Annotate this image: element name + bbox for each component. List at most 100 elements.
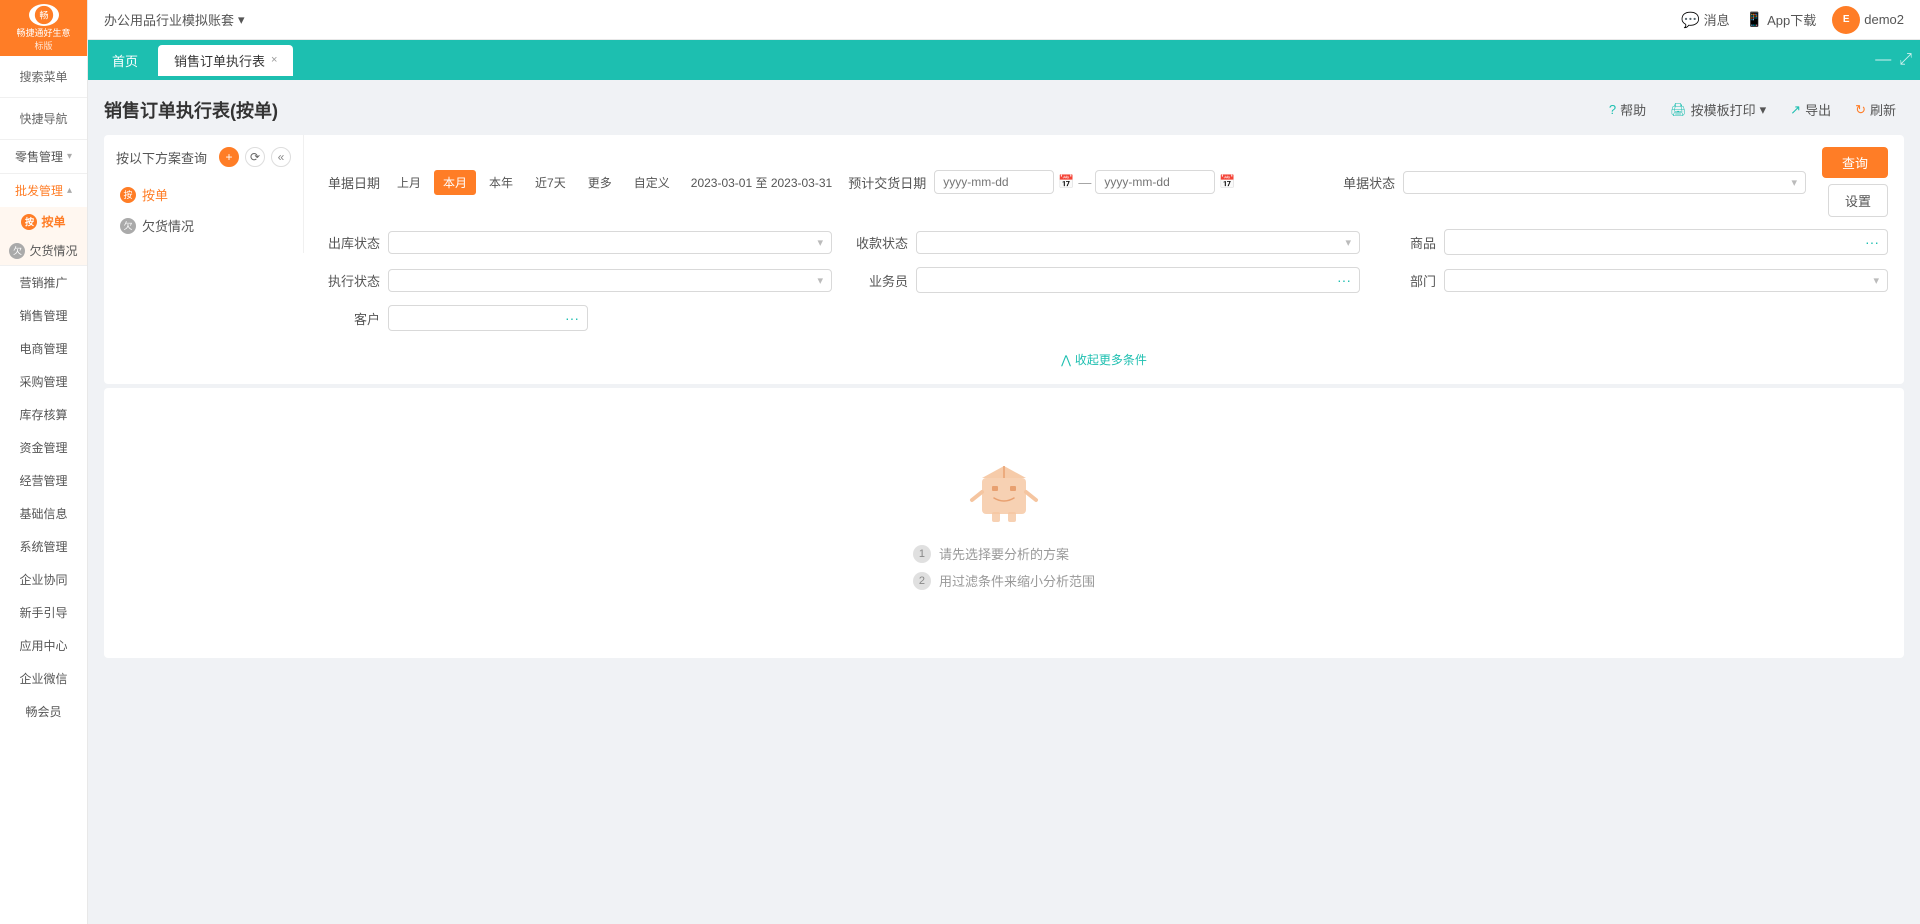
- sidebar-subitem-debt[interactable]: 欠 欠货情况: [0, 236, 87, 265]
- export-label: 导出: [1805, 100, 1831, 119]
- date-field: 单据日期 上月 本月 本年 近7天 更多 自定义: [320, 170, 832, 195]
- sidebar-retail-section: 零售管理 ▾: [0, 140, 87, 174]
- sidebar-item-wholesale[interactable]: 批发管理 ▴: [0, 174, 87, 207]
- tab-close-icon[interactable]: ×: [271, 54, 277, 66]
- salesperson-ellipsis-icon[interactable]: ···: [1337, 272, 1351, 288]
- sidebar-item-marketing[interactable]: 营销推广: [0, 266, 87, 299]
- calendar-end-icon[interactable]: 📅: [1219, 174, 1235, 190]
- expected-date-end-input[interactable]: [1095, 170, 1215, 194]
- tab-sales-order[interactable]: 销售订单执行表 ×: [158, 45, 293, 76]
- filter-row-2: 出库状态 ▾ 收款状态 ▾: [320, 229, 1888, 255]
- sidebar-item-enterprise-label: 企业协同: [19, 571, 67, 588]
- customer-input-wrapper: ···: [388, 305, 588, 331]
- tab-home[interactable]: 首页: [96, 45, 154, 76]
- breadcrumb-dropdown[interactable]: 办公用品行业模拟账套 ▾: [104, 10, 245, 29]
- customer-field: 客户 ···: [320, 305, 588, 331]
- doc-status-label: 单据状态: [1335, 173, 1395, 192]
- scheme-order-icon: 按: [120, 187, 136, 203]
- doc-status-select-wrapper: ▾: [1403, 171, 1806, 194]
- page: 销售订单执行表(按单) ? 帮助 🖨 按模板打印 ▾ ↗ 导出: [88, 80, 1920, 674]
- sidebar-item-wechat[interactable]: 企业微信: [0, 662, 87, 695]
- app-download-button[interactable]: 📱 App下载: [1746, 10, 1817, 29]
- product-label: 商品: [1376, 233, 1436, 252]
- filter-fields: 单据日期 上月 本月 本年 近7天 更多 自定义: [304, 135, 1904, 384]
- search-button[interactable]: 查询: [1822, 147, 1888, 178]
- help-button[interactable]: ? 帮助: [1601, 96, 1654, 123]
- warehouse-chevron-icon: ▾: [817, 236, 823, 249]
- reset-button[interactable]: 设置: [1828, 184, 1888, 217]
- refresh-icon: ↻: [1855, 102, 1866, 118]
- sidebar-item-appstore[interactable]: 应用中心: [0, 629, 87, 662]
- department-select[interactable]: ▾: [1444, 269, 1888, 292]
- sidebar-item-finance[interactable]: 资金管理: [0, 431, 87, 464]
- sidebar-subitem-order-label: 按单: [41, 213, 65, 230]
- message-button[interactable]: 💬 消息: [1681, 10, 1730, 29]
- sidebar-subitem-order[interactable]: 按 按单: [0, 207, 87, 236]
- filter-scheme-label: 按以下方案查询: [116, 148, 207, 167]
- sidebar-item-system[interactable]: 系统管理: [0, 530, 87, 563]
- collapse-button[interactable]: ⋀ 收起更多条件: [1061, 351, 1147, 368]
- sidebar-item-purchase[interactable]: 采购管理: [0, 365, 87, 398]
- tab-minimize-icon[interactable]: —: [1875, 51, 1891, 69]
- page-actions: ? 帮助 🖨 按模板打印 ▾ ↗ 导出 ↻ 刷新: [1601, 96, 1904, 123]
- add-scheme-button[interactable]: +: [219, 147, 239, 167]
- app-download-icon: 📱: [1746, 11, 1763, 28]
- user-menu[interactable]: E demo2: [1832, 6, 1904, 34]
- sidebar-item-finance-label: 资金管理: [19, 439, 67, 456]
- sidebar-item-newbie[interactable]: 新手引导: [0, 596, 87, 629]
- refresh-button[interactable]: ↻ 刷新: [1847, 96, 1904, 123]
- logo-text: 畅捷通好生意: [16, 28, 70, 39]
- refresh-scheme-button[interactable]: ⟳: [245, 147, 265, 167]
- product-field: 商品 ···: [1376, 229, 1888, 255]
- collapse-scheme-button[interactable]: «: [271, 147, 291, 167]
- collapse-up-icon: ⋀: [1061, 353, 1071, 367]
- department-field: 部门 ▾: [1376, 269, 1888, 292]
- sidebar-item-ecommerce[interactable]: 电商管理: [0, 332, 87, 365]
- doc-status-select[interactable]: ▾: [1403, 171, 1806, 194]
- date-btn-this-month[interactable]: 本月: [434, 170, 476, 195]
- print-button[interactable]: 🖨 按模板打印 ▾: [1662, 96, 1774, 123]
- exec-status-label: 执行状态: [320, 271, 380, 290]
- date-btn-7days[interactable]: 近7天: [526, 170, 575, 195]
- product-ellipsis-icon[interactable]: ···: [1865, 234, 1879, 250]
- sidebar-search-section: 搜索菜单: [0, 56, 87, 98]
- sidebar-item-inventory[interactable]: 库存核算: [0, 398, 87, 431]
- topbar-left: 办公用品行业模拟账套 ▾: [104, 10, 245, 29]
- refresh-label: 刷新: [1870, 100, 1896, 119]
- expected-date-start-input[interactable]: [934, 170, 1054, 194]
- calendar-start-icon[interactable]: 📅: [1058, 174, 1074, 190]
- sidebar-search-label[interactable]: 搜索菜单: [10, 64, 77, 89]
- scheme-item-order[interactable]: 按 按单: [116, 179, 291, 210]
- tab-maximize-icon[interactable]: ⤢: [1899, 51, 1912, 69]
- date-btn-last-month[interactable]: 上月: [388, 170, 430, 195]
- sidebar-item-retail-label: 零售管理: [15, 148, 63, 165]
- exec-status-select[interactable]: ▾: [388, 269, 832, 292]
- sidebar-logo[interactable]: 畅 畅捷通好生意 标版: [0, 0, 87, 56]
- export-button[interactable]: ↗ 导出: [1782, 96, 1839, 123]
- customer-ellipsis-icon[interactable]: ···: [565, 310, 579, 326]
- sidebar-item-retail[interactable]: 零售管理 ▾: [0, 140, 87, 173]
- filter-scheme-list: 按 按单 欠 欠货情况: [116, 179, 291, 241]
- sidebar-item-member[interactable]: 畅会员: [0, 695, 87, 728]
- sidebar-quick-nav-section: 快捷导航: [0, 98, 87, 140]
- expected-date-field: 预计交货日期 📅 — 📅: [848, 170, 1319, 194]
- sidebar-item-basic[interactable]: 基础信息: [0, 497, 87, 530]
- date-btn-this-year[interactable]: 本年: [480, 170, 522, 195]
- message-label: 消息: [1704, 10, 1730, 29]
- step-2-icon: 2: [913, 572, 931, 590]
- sidebar-item-enterprise[interactable]: 企业协同: [0, 563, 87, 596]
- sidebar-item-system-label: 系统管理: [19, 538, 67, 555]
- sidebar-item-basic-label: 基础信息: [19, 505, 67, 522]
- salesperson-field: 业务员 ···: [848, 267, 1360, 293]
- sidebar-item-marketing-label: 营销推广: [19, 274, 67, 291]
- date-btn-custom[interactable]: 自定义: [625, 170, 679, 195]
- sidebar-quick-nav-label[interactable]: 快捷导航: [0, 106, 87, 131]
- date-btn-more[interactable]: 更多: [579, 170, 621, 195]
- sidebar-item-sales[interactable]: 销售管理: [0, 299, 87, 332]
- filter-row-3: 执行状态 ▾ 业务员 ···: [320, 267, 1888, 293]
- warehouse-status-select[interactable]: ▾: [388, 231, 832, 254]
- scheme-item-debt[interactable]: 欠 欠货情况: [116, 210, 291, 241]
- receipt-status-select[interactable]: ▾: [916, 231, 1360, 254]
- print-chevron-icon: ▾: [1760, 102, 1767, 118]
- sidebar-item-operations[interactable]: 经营管理: [0, 464, 87, 497]
